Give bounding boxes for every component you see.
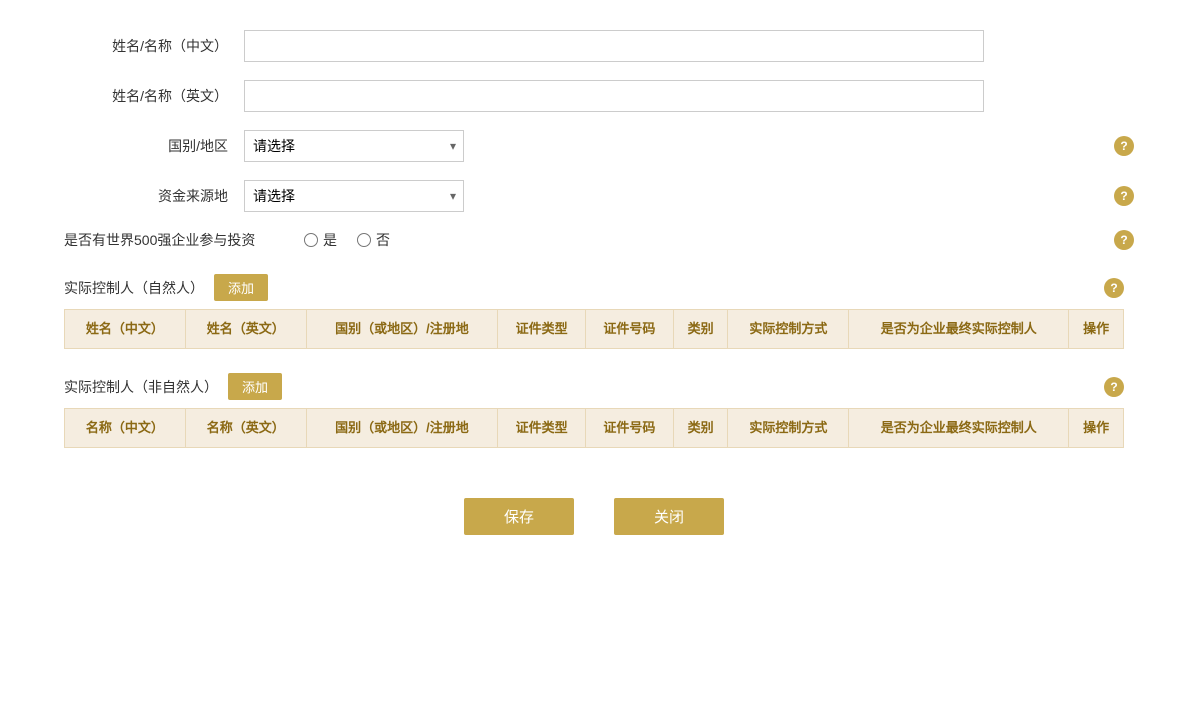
section2-help-icon[interactable]: ? — [1104, 377, 1124, 397]
section2-title: 实际控制人（非自然人） — [64, 377, 218, 397]
name-cn-control — [244, 30, 984, 62]
fund-source-label: 资金来源地 — [64, 186, 244, 206]
fortune500-help-icon[interactable]: ? — [1114, 230, 1134, 250]
name-cn-row: 姓名/名称（中文） — [64, 30, 1124, 62]
fund-source-row: 资金来源地 请选择 ? — [64, 180, 1124, 212]
fortune500-yes-label[interactable]: 是 — [304, 230, 337, 250]
fund-source-control: 请选择 — [244, 180, 984, 212]
section2-col-is-final-controller: 是否为企业最终实际控制人 — [849, 409, 1069, 448]
section2-col-action: 操作 — [1069, 409, 1124, 448]
country-select[interactable]: 请选择 — [244, 130, 464, 162]
save-button[interactable]: 保存 — [464, 498, 574, 535]
section2-col-control-method: 实际控制方式 — [728, 409, 849, 448]
section2-col-category: 类别 — [673, 409, 728, 448]
name-en-label: 姓名/名称（英文） — [64, 86, 244, 106]
section2-header: 实际控制人（非自然人） 添加 ? — [64, 373, 1124, 400]
name-en-row: 姓名/名称（英文） — [64, 80, 1124, 112]
fortune500-radio-group: 是 否 — [304, 230, 390, 250]
country-control: 请选择 — [244, 130, 984, 162]
name-en-input[interactable] — [244, 80, 984, 112]
section1-col-is-final-controller: 是否为企业最终实际控制人 — [849, 310, 1069, 349]
fortune500-no-label[interactable]: 否 — [357, 230, 390, 250]
country-help-icon[interactable]: ? — [1114, 136, 1134, 156]
country-label: 国别/地区 — [64, 136, 244, 156]
section2-col-name-en: 名称（英文） — [185, 409, 306, 448]
footer-buttons: 保存 关闭 — [64, 498, 1124, 565]
fortune500-no-text: 否 — [376, 230, 390, 250]
section1-col-name-cn: 姓名（中文） — [65, 310, 186, 349]
section1-table: 姓名（中文） 姓名（英文） 国别（或地区）/注册地 证件类型 证件号码 类别 实… — [64, 309, 1124, 349]
fortune500-label: 是否有世界500强企业参与投资 — [64, 230, 304, 250]
section1-title: 实际控制人（自然人） — [64, 278, 204, 298]
section1-col-cert-no: 证件号码 — [585, 310, 673, 349]
country-select-wrapper: 请选择 — [244, 130, 464, 162]
section1-col-control-method: 实际控制方式 — [728, 310, 849, 349]
section1-col-name-en: 姓名（英文） — [185, 310, 306, 349]
section2-table: 名称（中文） 名称（英文） 国别（或地区）/注册地 证件类型 证件号码 类别 实… — [64, 408, 1124, 448]
section2-col-name-cn: 名称（中文） — [65, 409, 186, 448]
fund-source-select[interactable]: 请选择 — [244, 180, 464, 212]
section1-header: 实际控制人（自然人） 添加 ? — [64, 274, 1124, 301]
fortune500-row: 是否有世界500强企业参与投资 是 否 ? — [64, 230, 1124, 250]
fortune500-yes-radio[interactable] — [304, 233, 318, 247]
section2-table-header-row: 名称（中文） 名称（英文） 国别（或地区）/注册地 证件类型 证件号码 类别 实… — [65, 409, 1124, 448]
fortune500-no-radio[interactable] — [357, 233, 371, 247]
fund-source-select-wrapper: 请选择 — [244, 180, 464, 212]
section1-col-category: 类别 — [673, 310, 728, 349]
name-cn-input[interactable] — [244, 30, 984, 62]
section2-col-cert-type: 证件类型 — [498, 409, 586, 448]
name-en-control — [244, 80, 984, 112]
name-cn-label: 姓名/名称（中文） — [64, 36, 244, 56]
section1-help-icon[interactable]: ? — [1104, 278, 1124, 298]
section2-col-cert-no: 证件号码 — [585, 409, 673, 448]
section1-col-cert-type: 证件类型 — [498, 310, 586, 349]
fortune500-yes-text: 是 — [323, 230, 337, 250]
section1-table-header-row: 姓名（中文） 姓名（英文） 国别（或地区）/注册地 证件类型 证件号码 类别 实… — [65, 310, 1124, 349]
country-row: 国别/地区 请选择 ? — [64, 130, 1124, 162]
section1-col-action: 操作 — [1069, 310, 1124, 349]
close-button[interactable]: 关闭 — [614, 498, 724, 535]
section2-add-button[interactable]: 添加 — [228, 373, 282, 400]
section2-col-country: 国别（或地区）/注册地 — [306, 409, 498, 448]
section1-add-button[interactable]: 添加 — [214, 274, 268, 301]
fund-source-help-icon[interactable]: ? — [1114, 186, 1134, 206]
form-container: 姓名/名称（中文） 姓名/名称（英文） 国别/地区 请选择 ? 资金来源地 — [64, 30, 1124, 565]
section1-col-country: 国别（或地区）/注册地 — [306, 310, 498, 349]
